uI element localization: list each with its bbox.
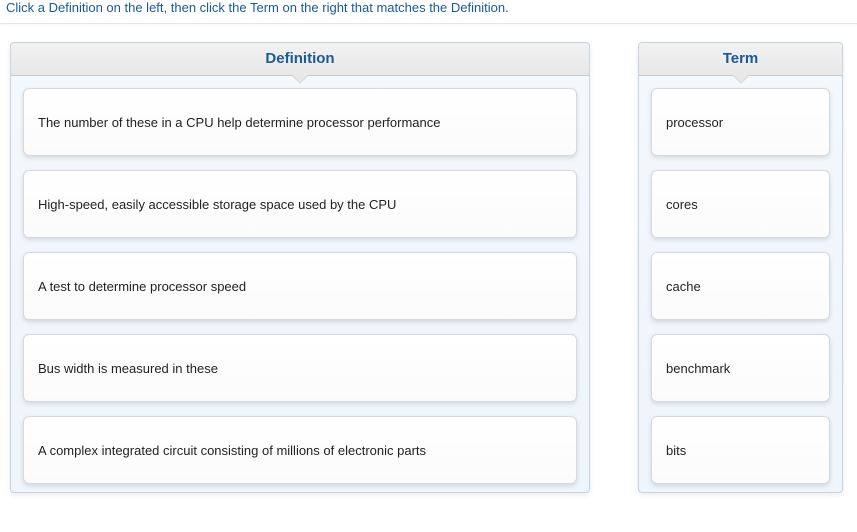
definition-card[interactable]: A complex integrated circuit consisting … bbox=[23, 416, 577, 484]
definition-card[interactable]: High-speed, easily accessible storage sp… bbox=[23, 170, 577, 238]
term-card[interactable]: benchmark bbox=[651, 334, 830, 402]
term-text: processor bbox=[666, 115, 723, 130]
definition-card[interactable]: The number of these in a CPU help determ… bbox=[23, 88, 577, 156]
definition-panel: Definition The number of these in a CPU … bbox=[10, 42, 590, 493]
definition-list: The number of these in a CPU help determ… bbox=[11, 76, 589, 492]
definition-card[interactable]: A test to determine processor speed bbox=[23, 252, 577, 320]
matching-work-area: Definition The number of these in a CPU … bbox=[0, 24, 857, 503]
definition-text: High-speed, easily accessible storage sp… bbox=[38, 197, 396, 212]
definition-panel-header: Definition bbox=[11, 43, 589, 76]
definition-text: Bus width is measured in these bbox=[38, 361, 218, 376]
term-list: processor cores cache benchmark bits bbox=[639, 76, 842, 492]
term-text: cores bbox=[666, 197, 698, 212]
term-card[interactable]: cores bbox=[651, 170, 830, 238]
term-card[interactable]: cache bbox=[651, 252, 830, 320]
definition-text: A complex integrated circuit consisting … bbox=[38, 443, 426, 458]
term-card[interactable]: bits bbox=[651, 416, 830, 484]
term-panel: Term processor cores cache benchmark bit… bbox=[638, 42, 843, 493]
definition-card[interactable]: Bus width is measured in these bbox=[23, 334, 577, 402]
definition-text: A test to determine processor speed bbox=[38, 279, 246, 294]
term-text: benchmark bbox=[666, 361, 730, 376]
instruction-text: Click a Definition on the left, then cli… bbox=[0, 0, 857, 24]
term-text: cache bbox=[666, 279, 701, 294]
definition-text: The number of these in a CPU help determ… bbox=[38, 115, 440, 130]
term-card[interactable]: processor bbox=[651, 88, 830, 156]
term-panel-header: Term bbox=[639, 43, 842, 76]
term-text: bits bbox=[666, 443, 686, 458]
